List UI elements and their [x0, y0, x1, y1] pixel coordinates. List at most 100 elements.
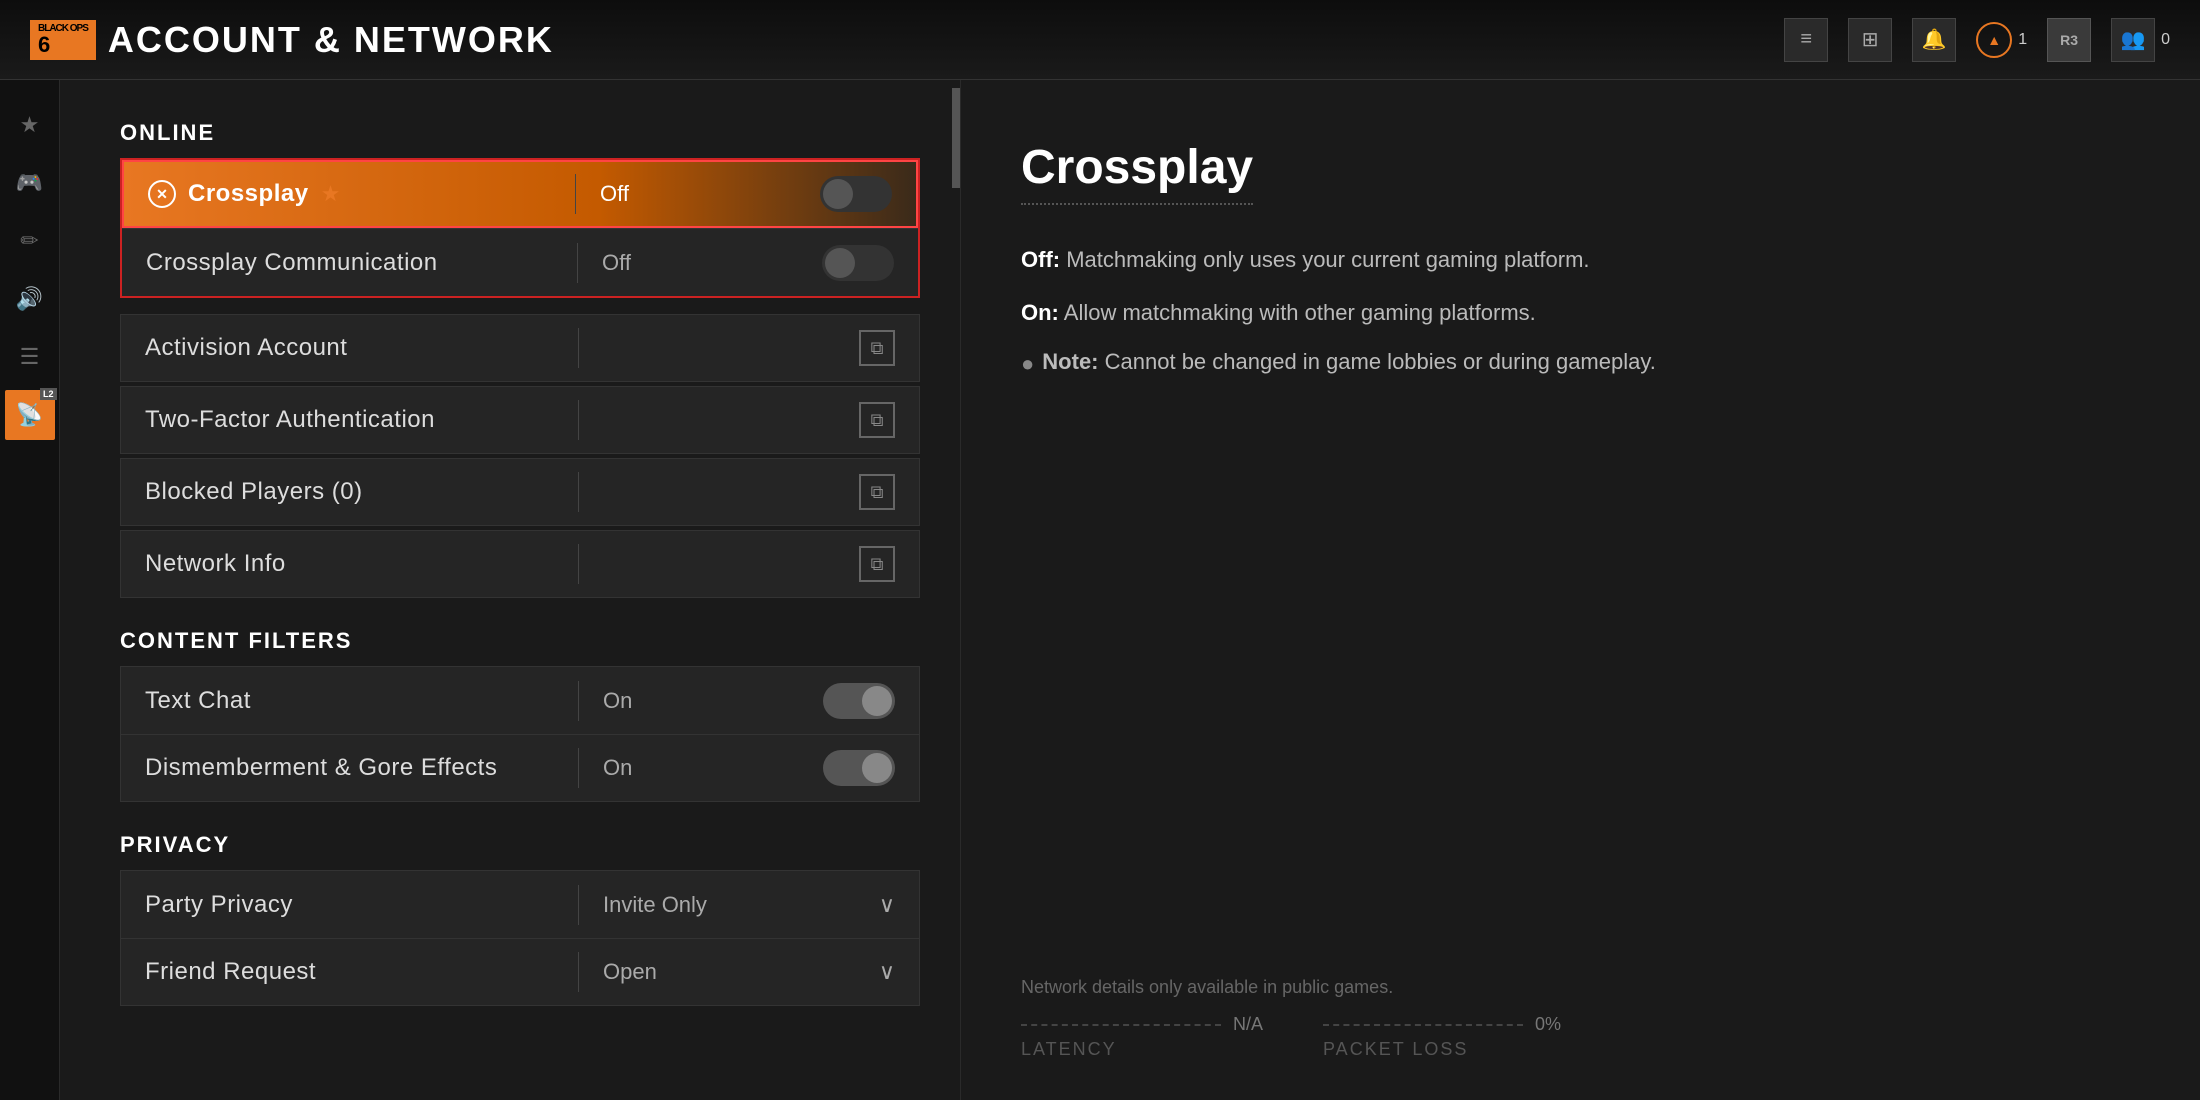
player-badge-label: R3 — [2060, 32, 2078, 48]
info-panel: Crossplay Off: Matchmaking only uses you… — [960, 80, 2200, 1100]
left-sidebar: ★ 🎮 ✏ 🔊 ☰ 📡 — [0, 80, 60, 1100]
latency-label: LATENCY — [1021, 1039, 1263, 1060]
packet-loss-stat-line: 0% — [1323, 1014, 1561, 1035]
activision-account-row[interactable]: Activision Account ⧉ — [120, 314, 920, 382]
logo-number: 6 — [38, 34, 88, 56]
crossplay-comm-row-left: Crossplay Communication — [122, 249, 577, 277]
crossplay-row-right: Off — [576, 176, 916, 212]
chevron-down-icon-1: ∨ — [879, 892, 895, 918]
grid-icon[interactable]: ⊞ — [1848, 18, 1892, 62]
blocked-players-row-right: ⧉ — [579, 474, 919, 510]
text-chat-row-left: Text Chat — [121, 687, 578, 715]
x-circle-icon: ✕ — [148, 180, 176, 208]
external-link-icon-1[interactable]: ⧉ — [859, 330, 895, 366]
bell-icon[interactable]: 🔔 — [1912, 18, 1956, 62]
main-content: ONLINE ✕ Crossplay ★ Off — [60, 80, 2200, 1100]
info-line-on: On: Allow matchmaking with other gaming … — [1021, 296, 2140, 329]
gore-effects-value: On — [603, 755, 807, 781]
on-label: On: — [1021, 300, 1059, 325]
crossplay-group: ✕ Crossplay ★ Off Crossplay Communicatio… — [120, 158, 920, 298]
latency-stat-line: N/A — [1021, 1014, 1263, 1035]
crossplay-comm-label: Crossplay Communication — [146, 249, 438, 277]
network-icon: 📡 — [16, 402, 43, 428]
friend-count: 0 — [2161, 31, 2170, 49]
crossplay-label: Crossplay — [188, 180, 309, 208]
content-filters-header: CONTENT FILTERS — [120, 628, 920, 654]
external-link-icon-2[interactable]: ⧉ — [859, 402, 895, 438]
content-filters-group: Text Chat On Dismemberment & Gore Effect… — [120, 666, 920, 802]
sidebar-item-audio[interactable]: 🔊 — [5, 274, 55, 324]
party-privacy-dropdown[interactable]: Invite Only ∨ — [603, 892, 895, 918]
speaker-icon: 🔊 — [16, 286, 43, 312]
off-label: Off: — [1021, 247, 1060, 272]
friend-request-dropdown[interactable]: Open ∨ — [603, 959, 895, 985]
badge-area: ▲ 1 — [1976, 22, 2027, 58]
party-privacy-value: Invite Only — [603, 892, 867, 918]
party-privacy-label: Party Privacy — [145, 891, 293, 919]
info-line-off: Off: Matchmaking only uses your current … — [1021, 243, 2140, 276]
blocked-players-row[interactable]: Blocked Players (0) ⧉ — [120, 458, 920, 526]
gore-effects-row-left: Dismemberment & Gore Effects — [121, 754, 578, 782]
external-link-icon-4[interactable]: ⧉ — [859, 546, 895, 582]
sidebar-item-menu[interactable]: ☰ — [5, 332, 55, 382]
note-text: Note: Cannot be changed in game lobbies … — [1042, 349, 1656, 375]
text-chat-row-right: On — [579, 683, 919, 719]
external-link-icon-3[interactable]: ⧉ — [859, 474, 895, 510]
network-note: Network details only available in public… — [1021, 937, 2140, 998]
activision-row-left: Activision Account — [121, 334, 578, 362]
crossplay-star-icon: ★ — [321, 181, 341, 207]
page-title: ACCOUNT & NETWORK — [108, 19, 554, 61]
friend-request-label: Friend Request — [145, 958, 316, 986]
latency-dots — [1021, 1024, 1221, 1026]
sidebar-item-favorites[interactable]: ★ — [5, 100, 55, 150]
text-chat-label: Text Chat — [145, 687, 251, 715]
blocked-players-label: Blocked Players (0) — [145, 478, 363, 506]
gore-effects-row[interactable]: Dismemberment & Gore Effects On — [120, 734, 920, 802]
gore-effects-row-right: On — [579, 750, 919, 786]
off-text: Matchmaking only uses your current gamin… — [1060, 247, 1589, 272]
party-privacy-row[interactable]: Party Privacy Invite Only ∨ — [120, 870, 920, 938]
crossplay-communication-row[interactable]: Crossplay Communication Off — [122, 228, 918, 296]
player-icon[interactable]: R3 — [2047, 18, 2091, 62]
privacy-section-header: PRIVACY — [120, 832, 920, 858]
sidebar-item-edit[interactable]: ✏ — [5, 216, 55, 266]
two-factor-row[interactable]: Two-Factor Authentication ⧉ — [120, 386, 920, 454]
friend-request-value: Open — [603, 959, 867, 985]
network-info-row[interactable]: Network Info ⧉ — [120, 530, 920, 598]
note-bullet-icon: ● — [1021, 351, 1034, 377]
sidebar-item-network[interactable]: 📡 — [5, 390, 55, 440]
scroll-thumb[interactable] — [952, 88, 960, 188]
packet-loss-stat: 0% PACKET LOSS — [1323, 1014, 1561, 1060]
network-info-label: Network Info — [145, 550, 286, 578]
party-privacy-row-right: Invite Only ∨ — [579, 892, 919, 918]
menu-icon[interactable]: ≡ — [1784, 18, 1828, 62]
header: BLACK OPS 6 ACCOUNT & NETWORK ≡ ⊞ 🔔 ▲ 1 … — [0, 0, 2200, 80]
scroll-track — [952, 80, 960, 1100]
activision-account-label: Activision Account — [145, 334, 347, 362]
friends-icon[interactable]: 👥 — [2111, 18, 2155, 62]
info-content: Off: Matchmaking only uses your current … — [1021, 243, 2140, 937]
two-factor-row-right: ⧉ — [579, 402, 919, 438]
sidebar-item-controller[interactable]: 🎮 — [5, 158, 55, 208]
text-chat-row[interactable]: Text Chat On — [120, 666, 920, 734]
crossplay-row[interactable]: ✕ Crossplay ★ Off — [122, 160, 918, 228]
friend-request-row[interactable]: Friend Request Open ∨ — [120, 938, 920, 1006]
text-chat-toggle[interactable] — [823, 683, 895, 719]
text-chat-value: On — [603, 688, 807, 714]
controller-icon: 🎮 — [16, 170, 43, 196]
blocked-players-row-left: Blocked Players (0) — [121, 478, 578, 506]
header-right: ≡ ⊞ 🔔 ▲ 1 R3 👥 0 — [1784, 18, 2170, 62]
crossplay-comm-value: Off — [602, 250, 806, 276]
crossplay-toggle[interactable] — [820, 176, 892, 212]
packet-loss-label: PACKET LOSS — [1323, 1039, 1561, 1060]
gore-effects-toggle[interactable] — [823, 750, 895, 786]
gore-effects-label: Dismemberment & Gore Effects — [145, 754, 497, 782]
info-title: Crossplay — [1021, 140, 1253, 205]
crossplay-comm-toggle[interactable] — [822, 245, 894, 281]
packet-loss-value: 0% — [1535, 1014, 1561, 1035]
privacy-group: Party Privacy Invite Only ∨ Friend Reque… — [120, 870, 920, 1006]
pencil-icon: ✏ — [20, 228, 38, 254]
two-factor-label: Two-Factor Authentication — [145, 406, 435, 434]
party-privacy-row-left: Party Privacy — [121, 891, 578, 919]
latency-value: N/A — [1233, 1014, 1263, 1035]
